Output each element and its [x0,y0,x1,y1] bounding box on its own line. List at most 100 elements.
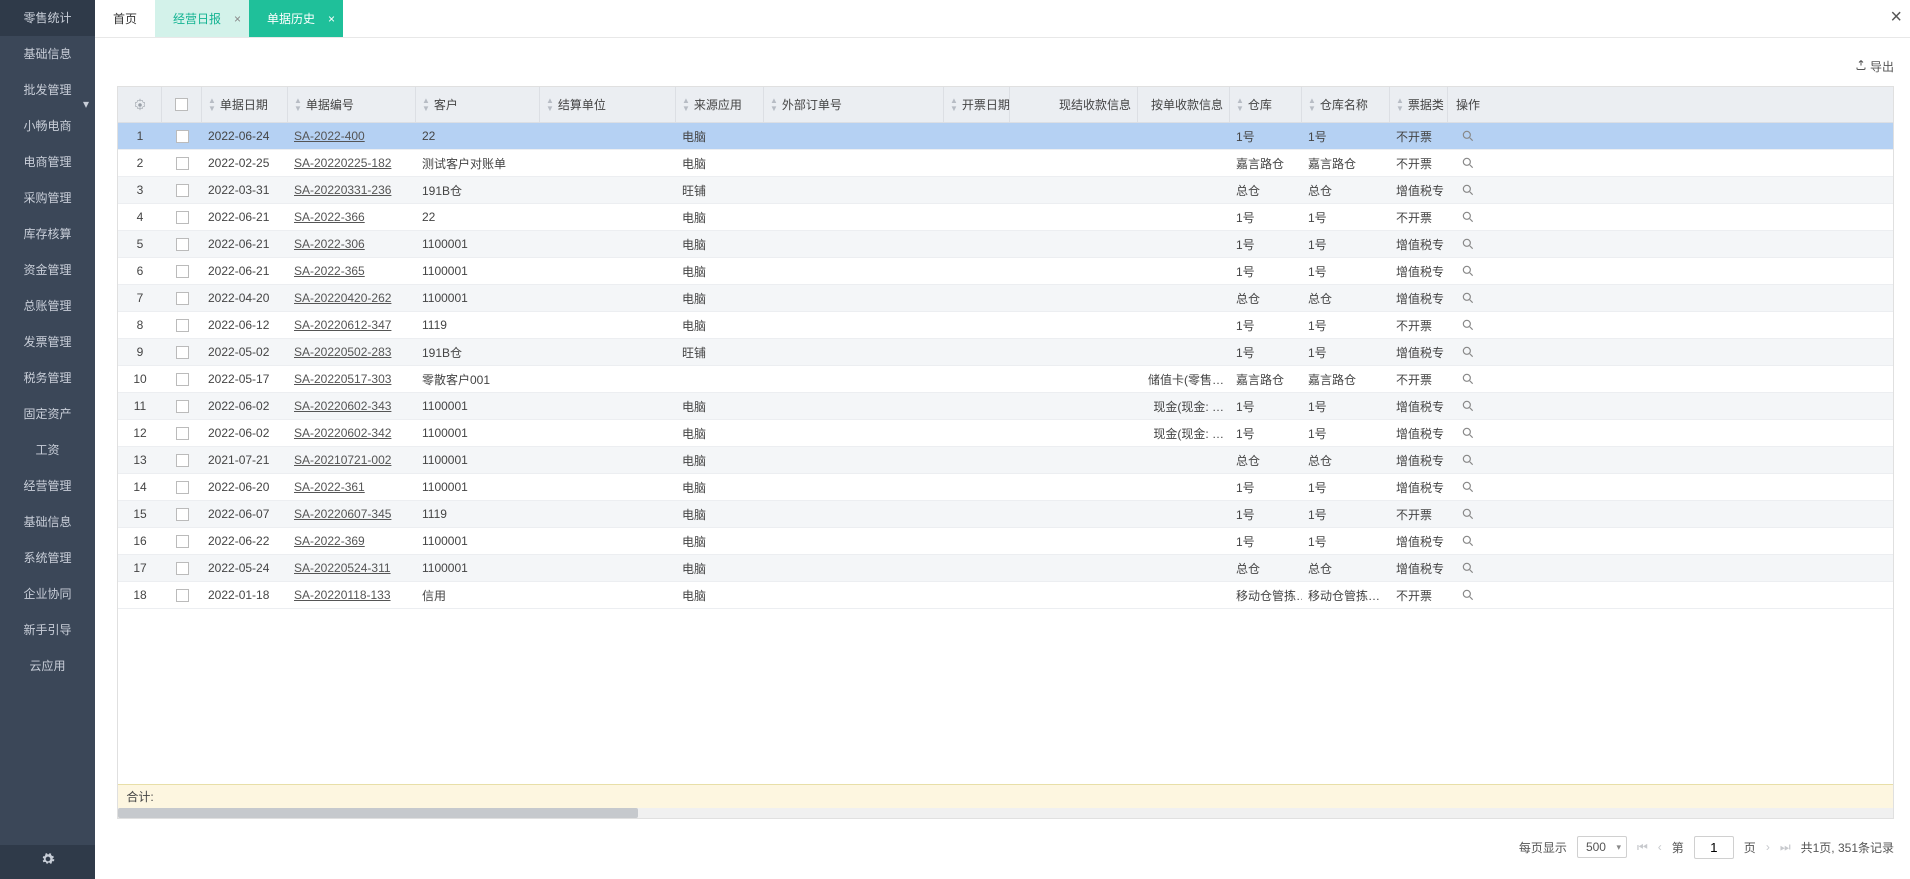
table-row[interactable]: 82022-06-12SA-20220612-3471119电脑1号1号不开票 [118,312,1893,339]
doc-no-link[interactable]: SA-20220118-133 [294,588,391,602]
column-header-cash[interactable]: 现结收款信息 [1010,87,1138,122]
row-checkbox[interactable] [176,238,189,251]
page-first-button[interactable]: ⏮ [1637,840,1648,855]
scrollbar-thumb[interactable] [118,808,638,818]
column-header-op[interactable]: 操作 [1448,87,1488,122]
column-header-bill[interactable]: 按单收款信息 [1138,87,1230,122]
column-header-inv[interactable]: ▲▼开票日期 [944,87,1010,122]
row-checkbox[interactable] [176,562,189,575]
sidebar-item-3[interactable]: 小畅电商 [0,108,95,144]
magnifier-icon[interactable] [1461,426,1475,440]
doc-no-link[interactable]: SA-20220602-342 [294,426,391,440]
column-header-unit[interactable]: ▲▼结算单位 [540,87,676,122]
row-checkbox[interactable] [176,589,189,602]
magnifier-icon[interactable] [1461,372,1475,386]
per-page-select[interactable]: 500 ▾ [1577,836,1627,858]
table-row[interactable]: 182022-01-18SA-20220118-133信用电脑移动仓管拣…移动仓… [118,582,1893,609]
row-checkbox[interactable] [176,130,189,143]
select-all-checkbox[interactable] [175,98,188,111]
column-header-chk[interactable] [162,87,202,122]
doc-no-link[interactable]: SA-20220612-347 [294,318,391,332]
doc-no-link[interactable]: SA-2022-366 [294,210,365,224]
row-checkbox[interactable] [176,346,189,359]
magnifier-icon[interactable] [1461,318,1475,332]
sidebar-item-12[interactable]: 工资 [0,432,95,468]
doc-no-link[interactable]: SA-20220524-311 [294,561,391,575]
page-next-button[interactable]: › [1766,840,1770,854]
doc-no-link[interactable]: SA-2022-369 [294,534,365,548]
column-header-app[interactable]: ▲▼来源应用 [676,87,764,122]
sidebar-item-2[interactable]: 批发管理▾ [0,72,95,108]
row-checkbox[interactable] [176,319,189,332]
doc-no-link[interactable]: SA-2022-400 [294,129,365,143]
horizontal-scrollbar[interactable] [118,808,1893,818]
table-row[interactable]: 132021-07-21SA-20210721-0021100001电脑总仓总仓… [118,447,1893,474]
row-checkbox[interactable] [176,454,189,467]
sidebar-item-5[interactable]: 采购管理 [0,180,95,216]
row-checkbox[interactable] [176,427,189,440]
sidebar-item-16[interactable]: 企业协同 [0,576,95,612]
magnifier-icon[interactable] [1461,183,1475,197]
row-checkbox[interactable] [176,400,189,413]
tab-0[interactable]: 首页 [95,0,155,37]
table-body[interactable]: 12022-06-24SA-2022-40022电脑1号1号不开票22022-0… [118,123,1893,784]
row-checkbox[interactable] [176,535,189,548]
doc-no-link[interactable]: SA-2022-365 [294,264,365,278]
page-last-button[interactable]: ⏭ [1780,840,1791,855]
column-header-tkt[interactable]: ▲▼票据类 [1390,87,1448,122]
table-row[interactable]: 172022-05-24SA-20220524-3111100001电脑总仓总仓… [118,555,1893,582]
table-row[interactable]: 22022-02-25SA-20220225-182测试客户对账单电脑嘉言路仓嘉… [118,150,1893,177]
row-checkbox[interactable] [176,373,189,386]
sidebar-item-0[interactable]: 零售统计 [0,0,95,36]
table-row[interactable]: 162022-06-22SA-2022-3691100001电脑1号1号增值税专 [118,528,1893,555]
row-checkbox[interactable] [176,481,189,494]
sidebar-item-4[interactable]: 电商管理 [0,144,95,180]
doc-no-link[interactable]: SA-20220602-343 [294,399,391,413]
magnifier-icon[interactable] [1461,588,1475,602]
magnifier-icon[interactable] [1461,291,1475,305]
sidebar-item-15[interactable]: 系统管理 [0,540,95,576]
sidebar-item-8[interactable]: 总账管理 [0,288,95,324]
sidebar-item-14[interactable]: 基础信息 [0,504,95,540]
sidebar-item-17[interactable]: 新手引导 [0,612,95,648]
magnifier-icon[interactable] [1461,534,1475,548]
row-checkbox[interactable] [176,184,189,197]
column-header-ext[interactable]: ▲▼外部订单号 [764,87,944,122]
table-row[interactable]: 12022-06-24SA-2022-40022电脑1号1号不开票 [118,123,1893,150]
column-header-idx[interactable] [118,87,162,122]
settings-gear-bar[interactable] [0,845,95,879]
doc-no-link[interactable]: SA-20220517-303 [294,372,391,386]
magnifier-icon[interactable] [1461,507,1475,521]
magnifier-icon[interactable] [1461,480,1475,494]
table-row[interactable]: 152022-06-07SA-20220607-3451119电脑1号1号不开票 [118,501,1893,528]
column-header-date[interactable]: ▲▼单据日期 [202,87,288,122]
close-panel-button[interactable]: × [1890,6,1902,29]
row-checkbox[interactable] [176,265,189,278]
magnifier-icon[interactable] [1461,399,1475,413]
sidebar-item-1[interactable]: 基础信息 [0,36,95,72]
doc-no-link[interactable]: SA-20220331-236 [294,183,391,197]
doc-no-link[interactable]: SA-20220225-182 [294,156,391,170]
tab-2[interactable]: 单据历史× [249,0,343,37]
column-header-cust[interactable]: ▲▼客户 [416,87,540,122]
sidebar-item-7[interactable]: 资金管理 [0,252,95,288]
magnifier-icon[interactable] [1461,129,1475,143]
sidebar-item-13[interactable]: 经营管理 [0,468,95,504]
sidebar-item-9[interactable]: 发票管理 [0,324,95,360]
sidebar-item-11[interactable]: 固定资产 [0,396,95,432]
table-row[interactable]: 142022-06-20SA-2022-3611100001电脑1号1号增值税专 [118,474,1893,501]
sidebar-item-18[interactable]: 云应用 [0,648,95,684]
row-checkbox[interactable] [176,211,189,224]
tab-1[interactable]: 经营日报× [155,0,249,37]
magnifier-icon[interactable] [1461,264,1475,278]
table-row[interactable]: 62022-06-21SA-2022-3651100001电脑1号1号增值税专 [118,258,1893,285]
doc-no-link[interactable]: SA-20220607-345 [294,507,391,521]
table-row[interactable]: 112022-06-02SA-20220602-3431100001电脑现金(现… [118,393,1893,420]
sidebar-item-6[interactable]: 库存核算 [0,216,95,252]
table-row[interactable]: 42022-06-21SA-2022-36622电脑1号1号不开票 [118,204,1893,231]
tab-close-icon[interactable]: × [234,0,241,38]
page-prev-button[interactable]: ‹ [1658,840,1662,854]
tab-close-icon[interactable]: × [328,0,335,38]
doc-no-link[interactable]: SA-20220502-283 [294,345,391,359]
magnifier-icon[interactable] [1461,237,1475,251]
